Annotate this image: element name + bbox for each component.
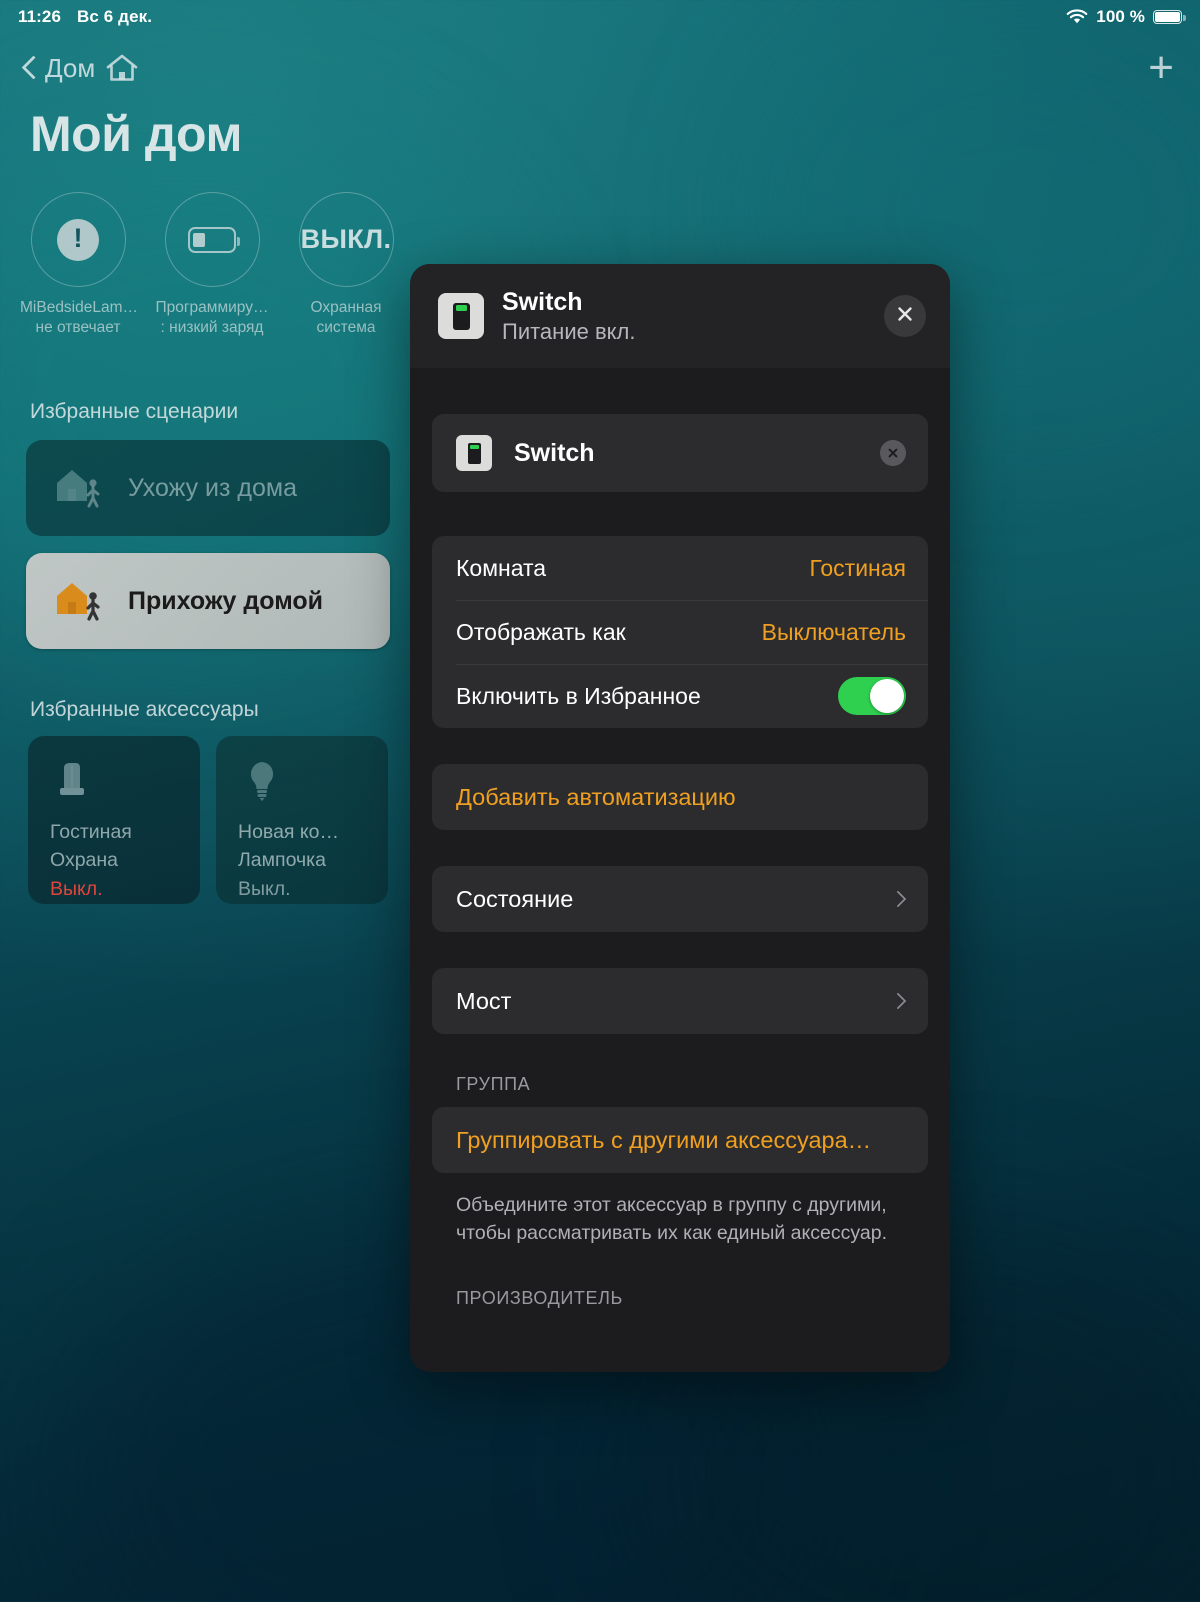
wifi-icon	[1066, 9, 1088, 25]
accessory-name-value: Switch	[514, 438, 595, 467]
battery-full-icon	[1153, 10, 1186, 24]
status-label-line2: не отвечает	[35, 319, 121, 337]
accessory-tile-text: Гостиная Охрана Выкл.	[50, 818, 182, 903]
status-circle	[164, 192, 260, 287]
settings-row-label: Комната	[456, 554, 547, 581]
accessory-tile-text: Новая ко… Лампочка Выкл.	[238, 818, 370, 903]
house-person-icon	[52, 463, 110, 513]
exclamation-icon: !	[57, 218, 99, 261]
modal-title: Switch	[502, 288, 583, 316]
accessory-tile-lightbulb[interactable]: Новая ко… Лампочка Выкл.	[216, 736, 388, 904]
accessory-name: Охрана	[50, 849, 119, 872]
scene-label: Прихожу домой	[128, 586, 324, 615]
nav-row-label: Состояние	[456, 885, 574, 912]
status-bar: 11:26 Вс 6 дек. 100 %	[0, 0, 1200, 34]
close-icon	[895, 304, 915, 329]
section-header-scenes: Избранные сценарии	[30, 400, 239, 423]
accessory-name: Лампочка	[238, 849, 326, 872]
status-circle: !	[30, 192, 126, 287]
modal-header-texts: Switch Питание вкл.	[502, 287, 866, 345]
status-bar-left: 11:26 Вс 6 дек.	[18, 7, 152, 27]
settings-row-label: Включить в Избранное	[456, 682, 701, 709]
settings-row-room[interactable]: Комната Гостиная	[432, 536, 928, 600]
status-label-line1: MiBedsideLam…	[20, 299, 139, 316]
house-person-icon	[52, 576, 110, 626]
security-sensor-icon	[50, 756, 182, 806]
page-title: Мой дом	[30, 106, 242, 162]
accessory-state: Выкл.	[238, 877, 291, 900]
accessory-room: Гостиная	[50, 821, 132, 843]
close-button[interactable]	[884, 295, 926, 337]
section-caption-group: ГРУППА	[456, 1074, 531, 1094]
home-status-row: ! MiBedsideLam… не отвечает Программиру……	[20, 192, 394, 339]
status-item-label: Программиру… : низкий заряд	[154, 298, 270, 339]
back-button[interactable]: Дом	[22, 53, 139, 84]
status-bar-time: 11:26	[18, 7, 62, 26]
section-caption-manufacturer: ПРОИЗВОДИТЕЛЬ	[456, 1287, 623, 1308]
off-text-icon: ВЫКЛ.	[300, 224, 392, 254]
status-label-line1: Программиру…	[155, 299, 269, 316]
settings-row-value: Выключатель	[761, 618, 906, 645]
accessory-settings-group: Комната Гостиная Отображать как Выключат…	[432, 536, 928, 728]
section-header-accessories: Избранные аксессуары	[30, 698, 259, 721]
status-bar-right: 100 %	[1066, 7, 1186, 27]
chevron-left-icon	[22, 56, 35, 80]
status-item-label: MiBedsideLam… не отвечает	[20, 298, 139, 339]
chevron-right-icon	[889, 992, 907, 1010]
group-with-others-button[interactable]: Группировать с другими аксессуара…	[432, 1107, 928, 1173]
accessory-details-modal: Switch Питание вкл. Switch Комната Гости…	[410, 264, 950, 1372]
back-button-label: Дом	[45, 52, 96, 83]
add-button[interactable]: +	[1148, 46, 1174, 90]
scene-label: Ухожу из дома	[128, 473, 298, 502]
add-automation-button[interactable]: Добавить автоматизацию	[432, 764, 928, 830]
clear-icon[interactable]	[880, 440, 906, 466]
status-label-line2: система	[316, 319, 376, 337]
add-automation-label: Добавить автоматизацию	[456, 783, 736, 810]
chevron-right-icon	[889, 890, 907, 908]
status-label-line2: : низкий заряд	[160, 319, 264, 337]
accessory-name-input[interactable]: Switch	[432, 414, 928, 492]
settings-row-display-as[interactable]: Отображать как Выключатель	[432, 600, 928, 664]
navigation-bar: Дом +	[0, 40, 1200, 96]
modal-header: Switch Питание вкл.	[410, 264, 950, 368]
favorite-toggle[interactable]	[838, 677, 906, 715]
plus-icon: +	[1148, 43, 1174, 92]
battery-percent-label: 100 %	[1096, 7, 1145, 26]
status-item-not-responding[interactable]: ! MiBedsideLam… не отвечает	[20, 192, 138, 339]
status-item-label: Охранная система	[288, 298, 404, 339]
scene-card-leaving-home[interactable]: Ухожу из дома	[26, 440, 390, 536]
group-description: Объедините этот аксессуар в группу с дру…	[456, 1194, 887, 1245]
status-bar-date: Вс 6 дек.	[77, 7, 153, 26]
switch-icon	[456, 435, 492, 471]
status-item-low-battery[interactable]: Программиру… : низкий заряд	[156, 192, 268, 339]
modal-body: Switch Комната Гостиная Отображать как В…	[410, 368, 950, 1372]
accessory-tile-security[interactable]: Гостиная Охрана Выкл.	[28, 736, 200, 904]
accessory-state: Выкл.	[50, 877, 103, 900]
switch-icon	[438, 293, 484, 339]
settings-row-label: Отображать как	[456, 618, 626, 645]
status-item-security-system[interactable]: ВЫКЛ. Охранная система	[298, 192, 394, 339]
home-icon	[105, 53, 139, 83]
nav-row-status[interactable]: Состояние	[432, 866, 928, 932]
accessory-room: Новая ко…	[238, 821, 339, 843]
status-label-line1: Охранная	[310, 299, 382, 316]
scene-card-arriving-home[interactable]: Прихожу домой	[26, 553, 390, 649]
modal-subtitle: Питание вкл.	[502, 319, 636, 344]
nav-row-bridge[interactable]: Мост	[432, 968, 928, 1034]
settings-row-favorite[interactable]: Включить в Избранное	[432, 664, 928, 728]
lightbulb-icon	[238, 756, 370, 806]
nav-row-label: Мост	[456, 987, 512, 1014]
group-with-others-label: Группировать с другими аксессуара…	[456, 1126, 872, 1153]
status-circle: ВЫКЛ.	[298, 192, 394, 287]
settings-row-value: Гостиная	[809, 554, 906, 581]
battery-low-icon	[188, 226, 240, 253]
